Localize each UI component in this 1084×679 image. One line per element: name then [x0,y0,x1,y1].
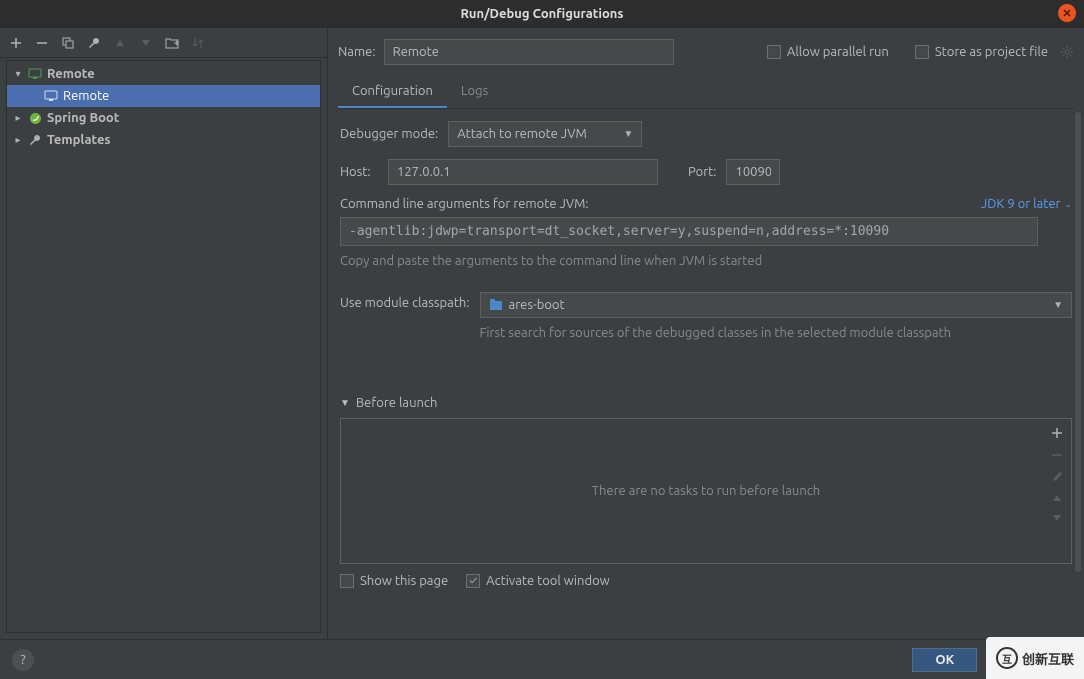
remove-icon[interactable] [34,35,50,51]
name-input[interactable] [384,39,674,65]
tree-node-remote-child[interactable]: Remote [7,85,320,107]
before-launch-section: ▼ Before launch There are no tasks to ru… [340,396,1072,588]
module-hint: First search for sources of the debugged… [480,326,960,340]
chevron-down-icon: ▼ [340,397,350,409]
chevron-down-icon: ▼ [623,128,633,140]
add-icon[interactable] [8,35,24,51]
copy-icon[interactable] [60,35,76,51]
store-project-label: Store as project file [935,45,1048,59]
wrench-icon[interactable] [86,35,102,51]
tree-node-springboot[interactable]: ▸ Spring Boot [7,107,320,129]
tree-label: Remote [47,67,95,81]
left-panel: ▾ Remote Remote ▸ Spring Boot ▸ Template… [0,28,328,639]
host-input[interactable] [388,159,658,185]
main-content: ▾ Remote Remote ▸ Spring Boot ▸ Template… [0,28,1084,639]
cmd-hint: Copy and paste the arguments to the comm… [340,254,1072,268]
show-page-checkbox[interactable] [340,574,354,588]
module-icon [489,298,503,312]
footer: ? OK Cancel [0,639,1084,679]
before-launch-empty: There are no tasks to run before launch [592,484,820,498]
activate-tool-label: Activate tool window [486,574,610,588]
up-task-icon [1052,493,1062,503]
before-launch-box: There are no tasks to run before launch [340,418,1072,564]
top-row: Name: Allow parallel run Store as projec… [338,34,1074,70]
right-panel: Name: Allow parallel run Store as projec… [328,28,1084,639]
show-page-label: Show this page [360,574,448,588]
module-row: Use module classpath: ares-boot ▼ First … [340,292,1072,340]
allow-parallel-wrap[interactable]: Allow parallel run [767,45,889,59]
folder-move-icon[interactable] [164,35,180,51]
chevron-right-icon[interactable]: ▸ [13,112,23,124]
tabs: Configuration Logs [338,76,1074,109]
chevron-down-icon[interactable]: ▾ [13,68,23,80]
allow-parallel-label: Allow parallel run [787,45,889,59]
remove-task-icon [1051,449,1063,461]
jdk-version-link[interactable]: JDK 9 or later ⌄ [981,197,1072,211]
debugger-mode-label: Debugger mode: [340,127,438,141]
debugger-mode-row: Debugger mode: Attach to remote JVM ▼ [340,121,1072,147]
watermark: 互 创新互联 [986,637,1084,679]
chevron-right-icon[interactable]: ▸ [13,134,23,146]
activate-tool-checkbox[interactable] [466,574,480,588]
down-icon [138,35,154,51]
tree-node-remote[interactable]: ▾ Remote [7,63,320,85]
tree-label: Templates [47,133,111,147]
cmd-label: Command line arguments for remote JVM: [340,197,589,211]
remote-group-icon [27,66,43,82]
debugger-mode-value: Attach to remote JVM [457,127,587,141]
config-tree[interactable]: ▾ Remote Remote ▸ Spring Boot ▸ Template… [6,60,321,633]
close-button[interactable] [1058,4,1076,22]
scrollbar[interactable] [1075,112,1081,572]
name-label: Name: [338,45,376,59]
store-project-wrap[interactable]: Store as project file [915,45,1048,59]
cmd-header: Command line arguments for remote JVM: J… [340,197,1072,211]
tree-label: Remote [63,89,109,103]
before-launch-title: Before launch [356,396,437,410]
jdk-link-text: JDK 9 or later [981,197,1061,211]
tree-node-templates[interactable]: ▸ Templates [7,129,320,151]
cmd-arguments-box[interactable]: -agentlib:jdwp=transport=dt_socket,serve… [340,217,1038,246]
port-input[interactable] [726,159,780,185]
up-icon [112,35,128,51]
left-toolbar [0,28,327,58]
tree-label: Spring Boot [47,111,119,125]
host-label: Host: [340,165,378,179]
help-button[interactable]: ? [12,649,34,671]
module-classpath-select[interactable]: ares-boot ▼ [480,292,1072,318]
form-area: Debugger mode: Attach to remote JVM ▼ Ho… [338,109,1074,639]
edit-task-icon [1051,471,1063,483]
allow-parallel-checkbox[interactable] [767,45,781,59]
bottom-checks: Show this page Activate tool window [340,574,1072,588]
spring-icon [27,110,43,126]
ok-button[interactable]: OK [912,648,977,672]
down-task-icon [1052,513,1062,523]
port-label: Port: [688,165,716,179]
show-page-wrap[interactable]: Show this page [340,574,448,588]
add-task-icon[interactable] [1051,427,1063,439]
sort-icon [190,35,206,51]
gear-icon [1060,45,1074,59]
remote-config-icon [43,88,59,104]
chevron-down-icon: ⌄ [1064,199,1072,210]
store-project-checkbox[interactable] [915,45,929,59]
module-value: ares-boot [509,298,565,312]
module-label: Use module classpath: [340,292,470,310]
window-title: Run/Debug Configurations [460,7,623,21]
titlebar: Run/Debug Configurations [0,0,1084,28]
wrench-icon [27,132,43,148]
before-launch-header[interactable]: ▼ Before launch [340,396,1072,410]
debugger-mode-select[interactable]: Attach to remote JVM ▼ [448,121,642,147]
tab-logs[interactable]: Logs [447,76,502,108]
host-port-row: Host: Port: [340,159,1072,185]
before-launch-side-toolbar [1043,419,1071,563]
chevron-down-icon: ▼ [1053,299,1063,311]
tab-configuration[interactable]: Configuration [338,76,447,108]
activate-tool-wrap[interactable]: Activate tool window [466,574,610,588]
watermark-text: 创新互联 [1022,649,1074,668]
